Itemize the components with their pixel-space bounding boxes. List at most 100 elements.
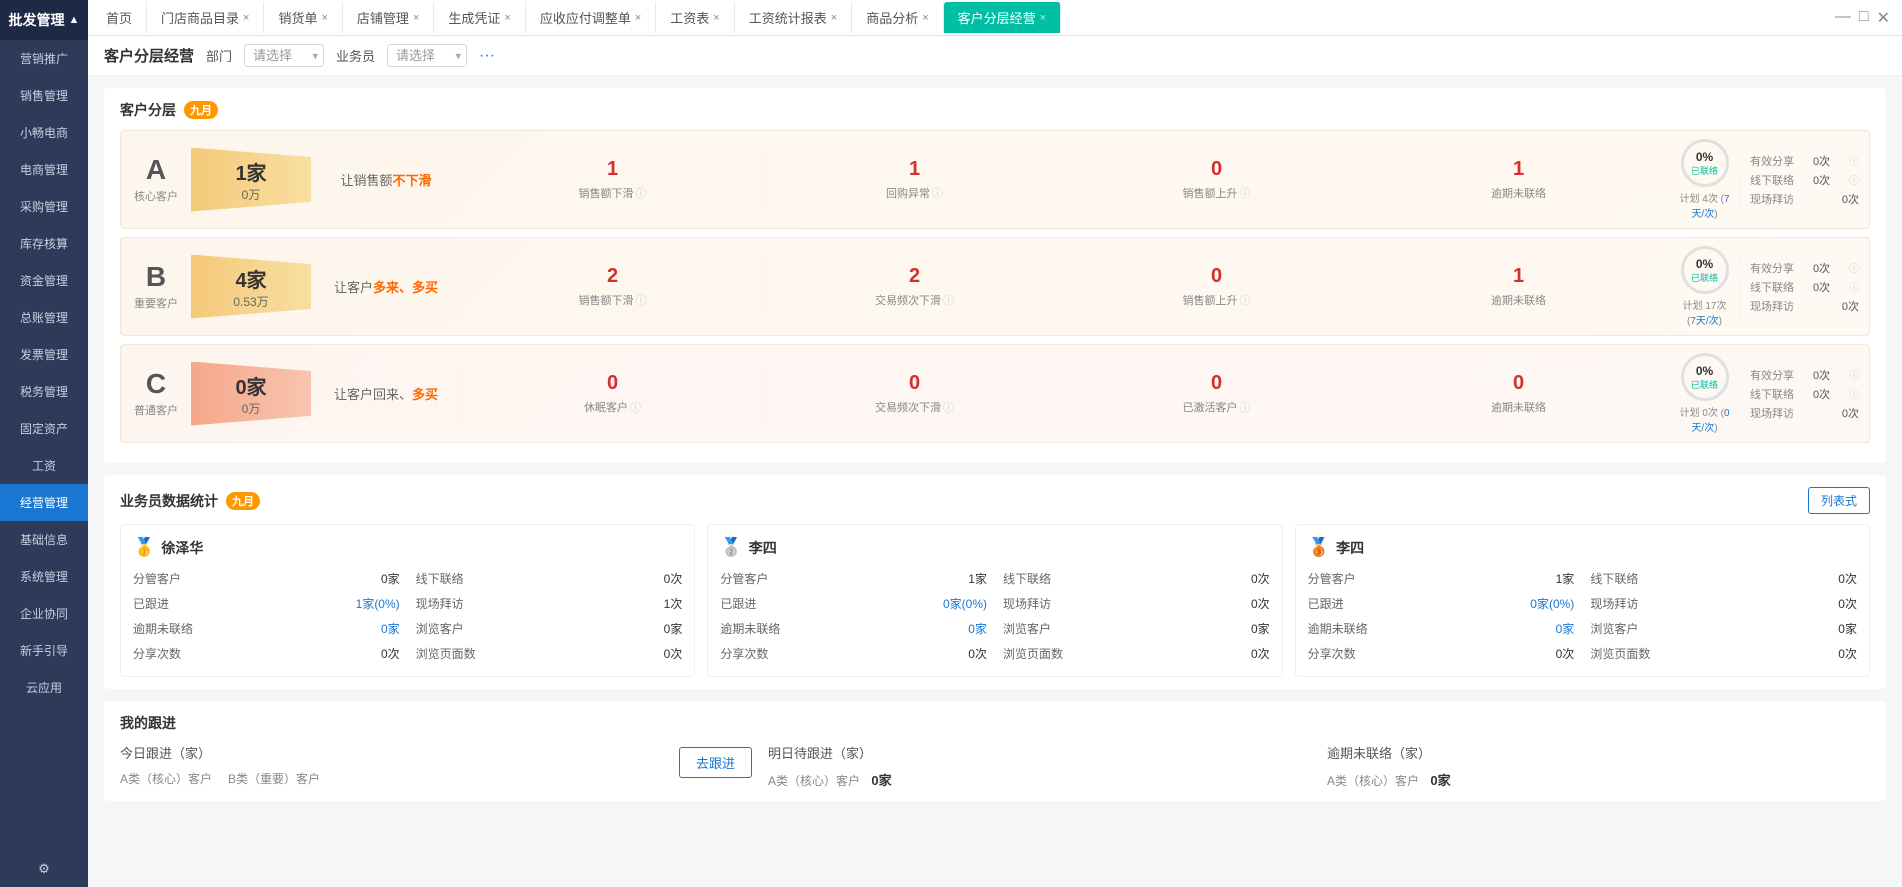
stat-num-B-3: 1 [1513, 265, 1524, 288]
staff-stat-val-0-2[interactable]: 1家(0%) [356, 595, 400, 612]
staff-stat-val-2-3: 0次 [1838, 595, 1857, 612]
sidebar-item-经营管理[interactable]: 经营管理 [0, 484, 88, 521]
stat-num-B-1: 2 [909, 265, 920, 288]
tab-客户分层经营[interactable]: 客户分层经营× [944, 2, 1061, 33]
staff-stat-label-1-0: 分管客户 [720, 570, 768, 587]
stat-info-icon[interactable]: ⓘ [943, 399, 954, 415]
staff-stat-val-2-5: 0家 [1838, 620, 1857, 637]
sidebar-item-电商管理[interactable]: 电商管理 [0, 151, 88, 188]
stat-label-A-3: 逾期未联络 [1491, 185, 1546, 201]
sidebar-item-固定资产[interactable]: 固定资产 [0, 410, 88, 447]
sidebar-item-总账管理[interactable]: 总账管理 [0, 299, 88, 336]
followup-section-header: 我的跟进 [120, 713, 1870, 733]
staff-stat-val-2-7: 0次 [1838, 645, 1857, 662]
plan-link-${tier.letter}[interactable]: 7天/次 [1691, 194, 1729, 220]
tab-restore-icon[interactable]: □ [1859, 8, 1869, 28]
rs-info-icon[interactable]: ⓘ [1849, 367, 1859, 382]
dept-select[interactable]: 请选择 [244, 44, 324, 67]
tab-销货单[interactable]: 销货单× [264, 2, 342, 33]
staff-select[interactable]: 请选择 [387, 44, 467, 67]
sidebar-settings[interactable]: ⚙ [0, 851, 88, 887]
settings-icon[interactable]: ⚙ [38, 861, 50, 876]
customer-section: 客户分层 九月 A核心客户1家0万让销售额不下滑 1 销售额下滑 ⓘ 1 回购异… [104, 88, 1886, 463]
tab-应收应付调整单[interactable]: 应收应付调整单× [526, 2, 656, 33]
sidebar-item-资金管理[interactable]: 资金管理 [0, 262, 88, 299]
staff-stat-row-2-5: 浏览客户 0家 [1590, 618, 1857, 639]
staff-stat-row-2-2: 已跟进 0家(0%) [1308, 593, 1575, 614]
more-filter-icon[interactable]: ··· [479, 47, 495, 65]
staff-stat-val-1-2[interactable]: 0家(0%) [943, 595, 987, 612]
stat-info-icon[interactable]: ⓘ [636, 185, 647, 201]
staff-stat-row-2-1: 线下联络 0次 [1590, 568, 1857, 589]
sidebar-item-基础信息[interactable]: 基础信息 [0, 521, 88, 558]
stat-info-icon[interactable]: ⓘ [630, 399, 641, 415]
tab-生成凭证[interactable]: 生成凭证× [434, 2, 525, 33]
tier-count-big-B: 4家 [235, 264, 266, 293]
tab-门店商品目录[interactable]: 门店商品目录× [147, 2, 264, 33]
tab-close-店铺管理[interactable]: × [413, 12, 419, 24]
tier-stat-C-2: 0 已激活客户 ⓘ [1065, 364, 1367, 423]
sidebar-item-工资[interactable]: 工资 [0, 447, 88, 484]
stat-label-B-3: 逾期未联络 [1491, 292, 1546, 308]
sidebar-expand-icon[interactable]: ▲ [69, 14, 80, 26]
staff-stat-row-1-5: 浏览客户 0家 [1003, 618, 1270, 639]
staff-stat-val-1-4[interactable]: 0家 [968, 620, 987, 637]
staff-stat-val-2-4[interactable]: 0家 [1556, 620, 1575, 637]
staff-stat-row-0-3: 现场拜访 1次 [416, 593, 683, 614]
rs-info-icon[interactable]: ⓘ [1849, 260, 1859, 275]
rs-info-icon[interactable]: ⓘ [1849, 153, 1859, 168]
plan-link-c[interactable]: 0天/次 [1691, 408, 1729, 434]
tab-close-销货单[interactable]: × [321, 12, 327, 24]
sidebar-item-采购管理[interactable]: 采购管理 [0, 188, 88, 225]
staff-stat-label-1-3: 现场拜访 [1003, 595, 1051, 612]
staff-stat-val-0-7: 0次 [664, 645, 683, 662]
rs-info-icon[interactable]: ⓘ [1849, 172, 1859, 187]
sidebar-item-小畅电商[interactable]: 小畅电商 [0, 114, 88, 151]
tier-letter-C: C [146, 370, 166, 398]
tab-close-工资表[interactable]: × [713, 12, 719, 24]
tab-首页[interactable]: 首页 [92, 2, 147, 33]
stat-info-icon[interactable]: ⓘ [636, 292, 647, 308]
staff-stat-val-2-2[interactable]: 0家(0%) [1530, 595, 1574, 612]
rs-info-icon[interactable]: ⓘ [1849, 386, 1859, 401]
tab-商品分析[interactable]: 商品分析× [852, 2, 943, 33]
sidebar-item-库存核算[interactable]: 库存核算 [0, 225, 88, 262]
tab-minimize-icon[interactable]: — [1835, 8, 1851, 28]
list-view-btn[interactable]: 列表式 [1808, 487, 1870, 514]
sidebar-item-销售管理[interactable]: 销售管理 [0, 77, 88, 114]
stat-info-icon[interactable]: ⓘ [1240, 292, 1251, 308]
stat-info-icon[interactable]: ⓘ [943, 292, 954, 308]
sidebar-item-发票管理[interactable]: 发票管理 [0, 336, 88, 373]
tier-sublabel-B: 重要客户 [134, 295, 178, 311]
tab-工资表[interactable]: 工资表× [656, 2, 734, 33]
tab-close-工资统计报表[interactable]: × [831, 12, 837, 24]
tab-店铺管理[interactable]: 店铺管理× [343, 2, 434, 33]
customer-section-title: 客户分层 [120, 100, 176, 120]
tab-close-应收应付调整单[interactable]: × [635, 12, 641, 24]
staff-stat-val-2-0: 1家 [1556, 570, 1575, 587]
sidebar-item-云应用[interactable]: 云应用 [0, 669, 88, 706]
tab-close-商品分析[interactable]: × [922, 12, 928, 24]
tab-close-icon[interactable]: ✕ [1877, 8, 1890, 28]
sidebar-item-营销推广[interactable]: 营销推广 [0, 40, 88, 77]
stat-info-icon[interactable]: ⓘ [1240, 185, 1251, 201]
staff-stat-val-0-4[interactable]: 0家 [381, 620, 400, 637]
tab-工资统计报表[interactable]: 工资统计报表× [735, 2, 852, 33]
tab-close-生成凭证[interactable]: × [504, 12, 510, 24]
plan-link-${tier.letter}[interactable]: 7天/次 [1690, 316, 1718, 327]
tab-close-门店商品目录[interactable]: × [243, 12, 249, 24]
goto-followup-btn[interactable]: 去跟进 [679, 747, 752, 778]
rs-val-C-0: 0次 [1813, 367, 1830, 383]
stat-info-icon[interactable]: ⓘ [1240, 399, 1251, 415]
rs-info-icon[interactable]: ⓘ [1849, 279, 1859, 294]
tab-close-客户分层经营[interactable]: × [1040, 12, 1046, 24]
staff-stat-val-0-6: 0次 [381, 645, 400, 662]
dept-label: 部门 [206, 46, 232, 65]
sidebar-item-企业协同[interactable]: 企业协同 [0, 595, 88, 632]
sidebar-item-税务管理[interactable]: 税务管理 [0, 373, 88, 410]
sidebar-item-新手引导[interactable]: 新手引导 [0, 632, 88, 669]
tier-count-big-A: 1家 [235, 157, 266, 186]
stat-info-icon[interactable]: ⓘ [932, 185, 943, 201]
sidebar-item-系统管理[interactable]: 系统管理 [0, 558, 88, 595]
staff-stat-row-0-4: 逾期未联络 0家 [133, 618, 400, 639]
